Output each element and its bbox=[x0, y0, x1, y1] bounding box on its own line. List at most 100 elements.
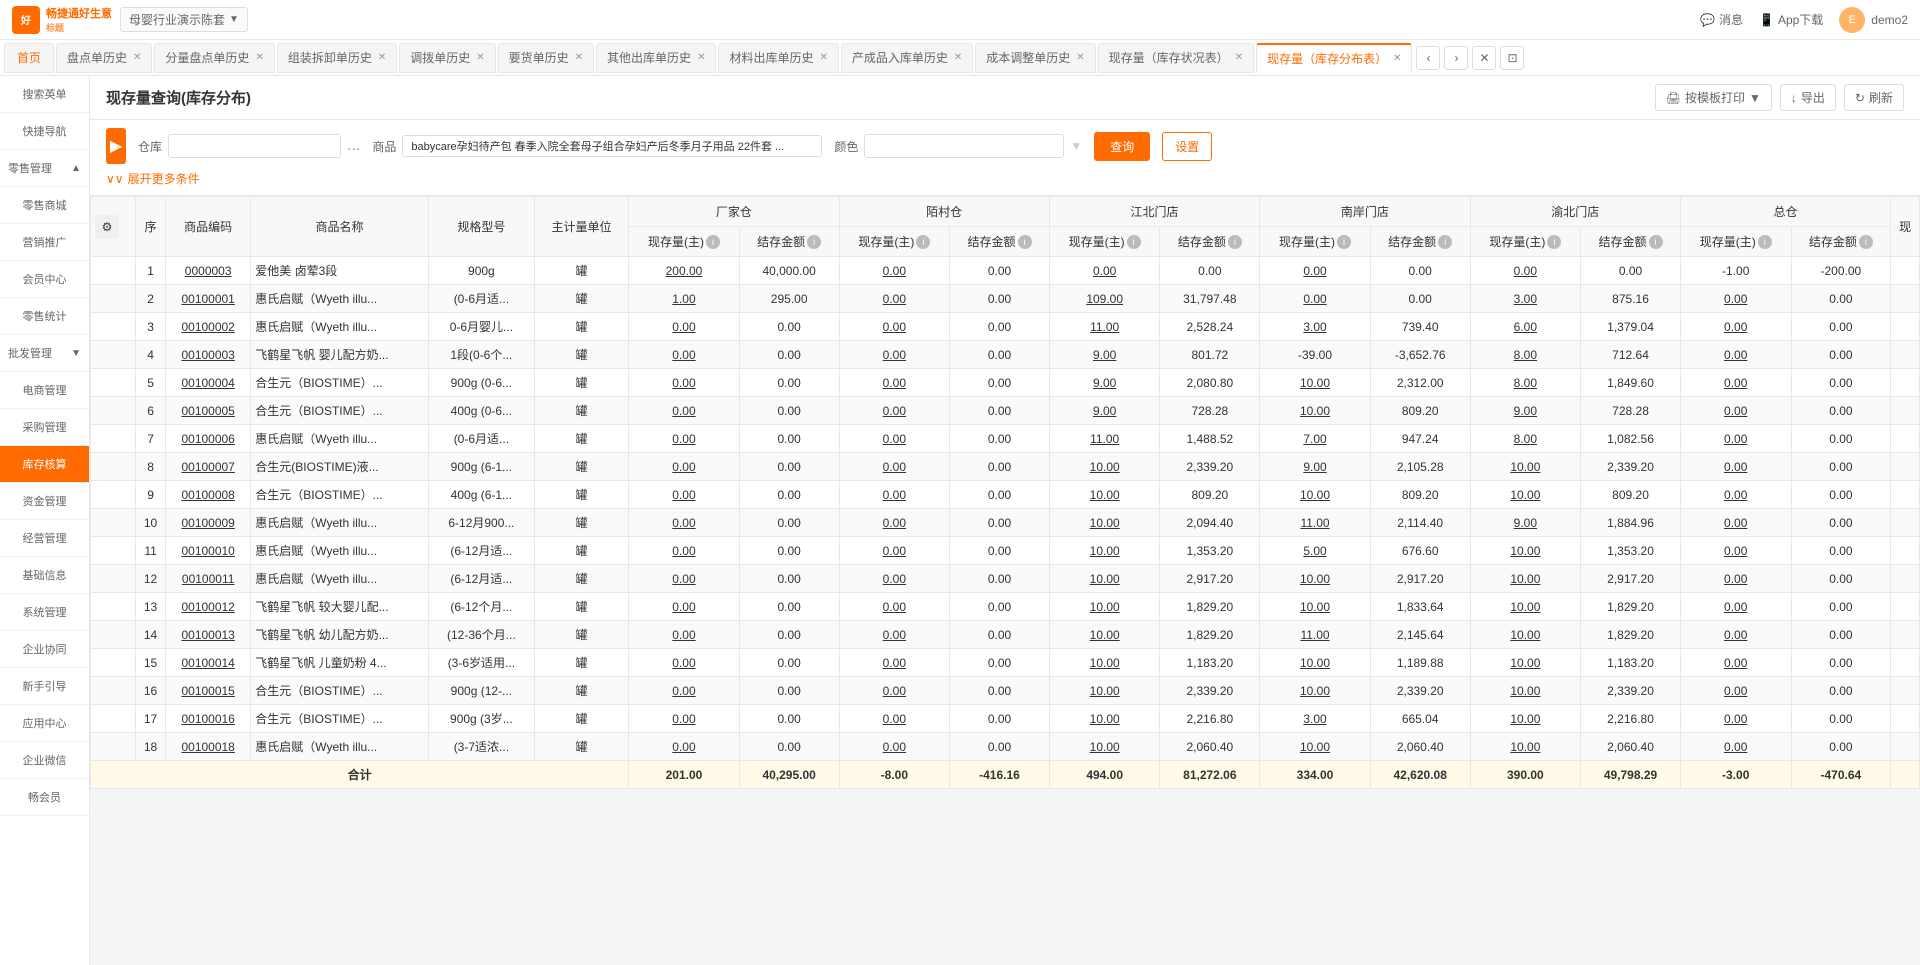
row-mc-qty[interactable]: 0.00 bbox=[839, 313, 950, 341]
row-code[interactable]: 00100007 bbox=[166, 453, 251, 481]
row-na-qty[interactable]: 10.00 bbox=[1260, 481, 1371, 509]
row-mc-qty[interactable]: 0.00 bbox=[839, 621, 950, 649]
row-code[interactable]: 0000003 bbox=[166, 257, 251, 285]
row-na-qty[interactable]: 7.00 bbox=[1260, 425, 1371, 453]
tab-close-1[interactable]: ✕ bbox=[133, 52, 141, 63]
tab-home[interactable]: 首页 bbox=[4, 43, 54, 73]
row-code[interactable]: 00100009 bbox=[166, 509, 251, 537]
tab-close-4[interactable]: ✕ bbox=[476, 52, 484, 63]
row-cj-qty[interactable]: 0.00 bbox=[629, 481, 740, 509]
row-total-qty[interactable]: 0.00 bbox=[1680, 565, 1791, 593]
row-na-qty[interactable]: 3.00 bbox=[1260, 705, 1371, 733]
row-code[interactable]: 00100001 bbox=[166, 285, 251, 313]
tab-close-3[interactable]: ✕ bbox=[378, 52, 386, 63]
sidebar-item-basic[interactable]: 基础信息 bbox=[0, 557, 89, 594]
row-mc-qty[interactable]: 0.00 bbox=[839, 537, 950, 565]
row-cj-qty[interactable]: 0.00 bbox=[629, 649, 740, 677]
tab-close-2[interactable]: ✕ bbox=[255, 52, 263, 63]
row-na-qty[interactable]: 10.00 bbox=[1260, 649, 1371, 677]
row-cj-qty[interactable]: 1.00 bbox=[629, 285, 740, 313]
row-yb-qty[interactable]: 10.00 bbox=[1470, 677, 1581, 705]
sidebar-item-finance[interactable]: 资金管理 bbox=[0, 483, 89, 520]
color-dropdown-icon[interactable]: ▼ bbox=[1070, 139, 1082, 153]
row-code[interactable]: 00100016 bbox=[166, 705, 251, 733]
row-mc-qty[interactable]: 0.00 bbox=[839, 285, 950, 313]
row-na-qty[interactable]: 10.00 bbox=[1260, 397, 1371, 425]
row-total-qty[interactable]: 0.00 bbox=[1680, 621, 1791, 649]
row-cj-qty[interactable]: 0.00 bbox=[629, 509, 740, 537]
store-selector[interactable]: 母婴行业演示陈套 ▼ bbox=[120, 7, 248, 32]
jb-amt-info-icon[interactable]: i bbox=[1228, 235, 1242, 249]
tab-next-btn[interactable]: › bbox=[1444, 46, 1468, 70]
row-total-qty[interactable]: 0.00 bbox=[1680, 593, 1791, 621]
tab-close-10[interactable]: ✕ bbox=[1235, 52, 1243, 63]
row-mc-qty[interactable]: 0.00 bbox=[839, 425, 950, 453]
sidebar-item-guide[interactable]: 新手引导 bbox=[0, 668, 89, 705]
row-yb-qty[interactable]: 8.00 bbox=[1470, 425, 1581, 453]
tab-7[interactable]: 材料出库单历史 ✕ bbox=[718, 43, 838, 73]
row-cj-qty[interactable]: 0.00 bbox=[629, 733, 740, 761]
row-cj-qty[interactable]: 0.00 bbox=[629, 369, 740, 397]
row-mc-qty[interactable]: 0.00 bbox=[839, 565, 950, 593]
row-total-qty[interactable]: 0.00 bbox=[1680, 537, 1791, 565]
row-mc-qty[interactable]: 0.00 bbox=[839, 369, 950, 397]
row-code[interactable]: 00100006 bbox=[166, 425, 251, 453]
sidebar-item-marketing[interactable]: 营销推广 bbox=[0, 224, 89, 261]
tab-prev-btn[interactable]: ‹ bbox=[1416, 46, 1440, 70]
row-jb-qty[interactable]: 10.00 bbox=[1049, 677, 1160, 705]
row-na-qty[interactable]: 11.00 bbox=[1260, 509, 1371, 537]
tab-2[interactable]: 分量盘点单历史 ✕ bbox=[154, 43, 274, 73]
row-na-qty[interactable]: 9.00 bbox=[1260, 453, 1371, 481]
row-total-qty[interactable]: 0.00 bbox=[1680, 369, 1791, 397]
row-mc-qty[interactable]: 0.00 bbox=[839, 397, 950, 425]
row-code[interactable]: 00100013 bbox=[166, 621, 251, 649]
message-btn[interactable]: 💬 消息 bbox=[1700, 11, 1743, 28]
row-jb-qty[interactable]: 10.00 bbox=[1049, 593, 1160, 621]
row-cj-qty[interactable]: 0.00 bbox=[629, 705, 740, 733]
row-code[interactable]: 00100002 bbox=[166, 313, 251, 341]
color-input[interactable] bbox=[864, 134, 1064, 158]
row-code[interactable]: 00100003 bbox=[166, 341, 251, 369]
refresh-btn[interactable]: ↻ 刷新 bbox=[1844, 84, 1904, 111]
row-total-qty[interactable]: -1.00 bbox=[1680, 257, 1791, 285]
sidebar-item-purchase[interactable]: 采购管理 bbox=[0, 409, 89, 446]
row-total-qty[interactable]: 0.00 bbox=[1680, 341, 1791, 369]
row-jb-qty[interactable]: 10.00 bbox=[1049, 481, 1160, 509]
tab-11[interactable]: 现存量（库存分布表） ✕ bbox=[1256, 43, 1412, 73]
sidebar-item-retail-stats[interactable]: 零售统计 bbox=[0, 298, 89, 335]
row-cj-qty[interactable]: 0.00 bbox=[629, 425, 740, 453]
row-cj-qty[interactable]: 0.00 bbox=[629, 565, 740, 593]
row-yb-qty[interactable]: 10.00 bbox=[1470, 565, 1581, 593]
sidebar-item-enterprise[interactable]: 企业协同 bbox=[0, 631, 89, 668]
tab-close-5[interactable]: ✕ bbox=[575, 52, 583, 63]
row-yb-qty[interactable]: 10.00 bbox=[1470, 621, 1581, 649]
filter-toggle-btn[interactable]: ▶ bbox=[106, 128, 126, 164]
row-na-qty[interactable]: 10.00 bbox=[1260, 565, 1371, 593]
tab-3[interactable]: 组装拆卸单历史 ✕ bbox=[277, 43, 397, 73]
row-total-qty[interactable]: 0.00 bbox=[1680, 677, 1791, 705]
row-cj-qty[interactable]: 0.00 bbox=[629, 313, 740, 341]
row-na-qty[interactable]: 5.00 bbox=[1260, 537, 1371, 565]
row-cj-qty[interactable]: 0.00 bbox=[629, 341, 740, 369]
row-jb-qty[interactable]: 10.00 bbox=[1049, 537, 1160, 565]
tab-close-8[interactable]: ✕ bbox=[954, 52, 962, 63]
total-qty-info-icon[interactable]: i bbox=[1758, 235, 1772, 249]
row-na-qty[interactable]: 3.00 bbox=[1260, 313, 1371, 341]
row-jb-qty[interactable]: 9.00 bbox=[1049, 341, 1160, 369]
sidebar-item-search[interactable]: 搜索英单 bbox=[0, 76, 89, 113]
tab-close-6[interactable]: ✕ bbox=[697, 52, 705, 63]
cj-amt-info-icon[interactable]: i bbox=[807, 235, 821, 249]
row-jb-qty[interactable]: 10.00 bbox=[1049, 509, 1160, 537]
row-total-qty[interactable]: 0.00 bbox=[1680, 397, 1791, 425]
row-cj-qty[interactable]: 0.00 bbox=[629, 621, 740, 649]
row-yb-qty[interactable]: 10.00 bbox=[1470, 453, 1581, 481]
sidebar-item-apps[interactable]: 应用中心 bbox=[0, 705, 89, 742]
sidebar-item-member[interactable]: 会员中心 bbox=[0, 261, 89, 298]
sidebar-item-nav[interactable]: 快捷导航 bbox=[0, 113, 89, 150]
tab-close-11[interactable]: ✕ bbox=[1393, 53, 1401, 64]
row-na-qty[interactable]: 10.00 bbox=[1260, 733, 1371, 761]
sidebar-item-wechat[interactable]: 企业微信 bbox=[0, 742, 89, 779]
row-total-qty[interactable]: 0.00 bbox=[1680, 425, 1791, 453]
na-qty-info-icon[interactable]: i bbox=[1337, 235, 1351, 249]
sidebar-item-retail[interactable]: 零售管理 ▲ bbox=[0, 150, 89, 187]
